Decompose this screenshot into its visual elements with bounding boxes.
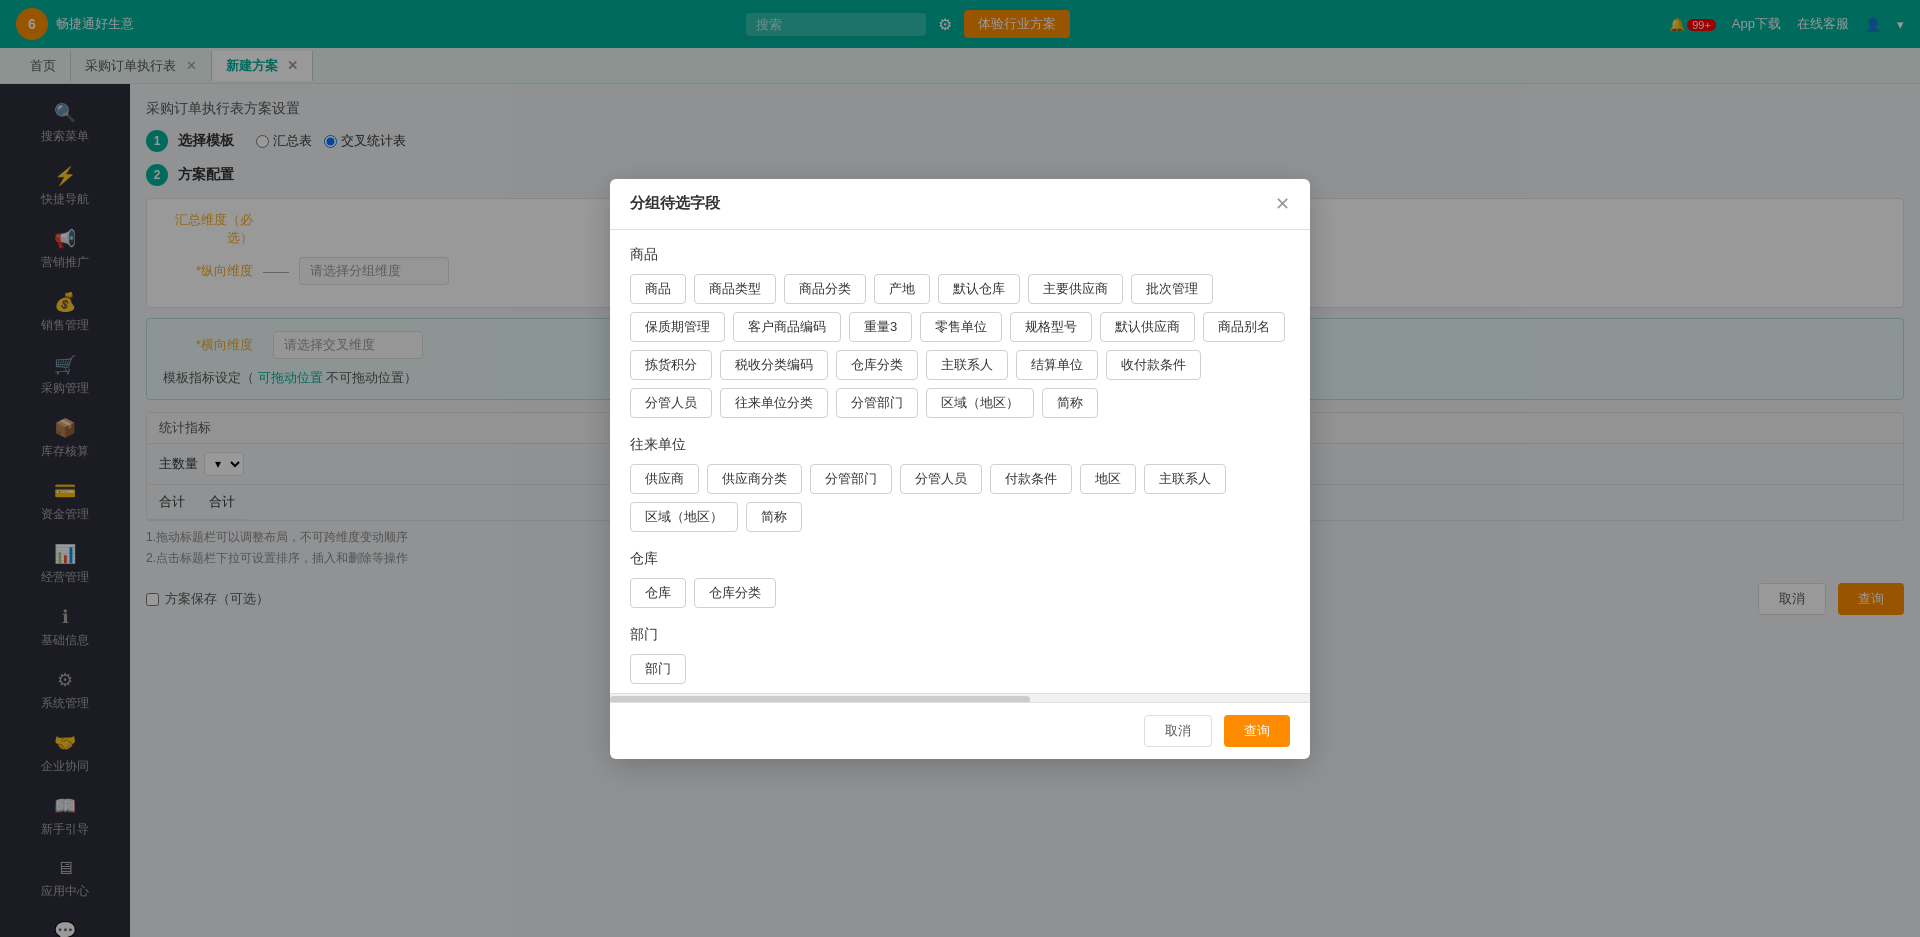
- tag-goods[interactable]: 商品: [630, 274, 686, 304]
- section-goods: 商品 商品 商品类型 商品分类 产地 默认仓库 主要供应商 批次管理 保质期管理…: [630, 246, 1290, 418]
- section-department-title: 部门: [630, 626, 1290, 644]
- tag-region-partner[interactable]: 地区: [1080, 464, 1136, 494]
- tag-main-contact-partner[interactable]: 主联系人: [1144, 464, 1226, 494]
- tag-supplier-category[interactable]: 供应商分类: [707, 464, 802, 494]
- tag-main-supplier[interactable]: 主要供应商: [1028, 274, 1123, 304]
- tag-pick-points[interactable]: 拣货积分: [630, 350, 712, 380]
- section-partners: 往来单位 供应商 供应商分类 分管部门 分管人员 付款条件 地区 主联系人 区域…: [630, 436, 1290, 532]
- section-department-tags: 部门: [630, 654, 1290, 684]
- tag-partner-category[interactable]: 往来单位分类: [720, 388, 828, 418]
- tag-spec-model[interactable]: 规格型号: [1010, 312, 1092, 342]
- modal-overlay: 分组待选字段 ✕ 商品 商品 商品类型 商品分类 产地 默认仓库 主要供应商 批…: [0, 0, 1920, 937]
- tag-manager[interactable]: 分管人员: [630, 388, 712, 418]
- section-department: 部门 部门: [630, 626, 1290, 684]
- section-warehouse-title: 仓库: [630, 550, 1290, 568]
- modal-header: 分组待选字段 ✕: [610, 179, 1310, 230]
- modal-scroll-content: 商品 商品 商品类型 商品分类 产地 默认仓库 主要供应商 批次管理 保质期管理…: [610, 230, 1310, 694]
- field-selection-modal: 分组待选字段 ✕ 商品 商品 商品类型 商品分类 产地 默认仓库 主要供应商 批…: [610, 179, 1310, 759]
- tag-main-contact[interactable]: 主联系人: [926, 350, 1008, 380]
- tag-weight3[interactable]: 重量3: [849, 312, 912, 342]
- tag-supplier[interactable]: 供应商: [630, 464, 699, 494]
- modal-confirm-button[interactable]: 查询: [1224, 715, 1290, 747]
- tag-payment-terms[interactable]: 收付款条件: [1106, 350, 1201, 380]
- tag-region-goods[interactable]: 区域（地区）: [926, 388, 1034, 418]
- tag-dept-managed-partner[interactable]: 分管部门: [810, 464, 892, 494]
- tag-goods-category[interactable]: 商品分类: [784, 274, 866, 304]
- section-warehouse: 仓库 仓库 仓库分类: [630, 550, 1290, 608]
- section-goods-tags: 商品 商品类型 商品分类 产地 默认仓库 主要供应商 批次管理 保质期管理 客户…: [630, 274, 1290, 418]
- tag-expiry-management[interactable]: 保质期管理: [630, 312, 725, 342]
- tag-default-supplier[interactable]: 默认供应商: [1100, 312, 1195, 342]
- section-partners-title: 往来单位: [630, 436, 1290, 454]
- section-goods-title: 商品: [630, 246, 1290, 264]
- tag-dept-managed[interactable]: 分管部门: [836, 388, 918, 418]
- tag-settlement-unit[interactable]: 结算单位: [1016, 350, 1098, 380]
- modal-close-icon[interactable]: ✕: [1275, 193, 1290, 215]
- tag-goods-type[interactable]: 商品类型: [694, 274, 776, 304]
- tag-payment-condition[interactable]: 付款条件: [990, 464, 1072, 494]
- section-partners-tags: 供应商 供应商分类 分管部门 分管人员 付款条件 地区 主联系人 区域（地区） …: [630, 464, 1290, 532]
- tag-tax-code[interactable]: 税收分类编码: [720, 350, 828, 380]
- modal-scrollbar-area: 商品 商品 商品类型 商品分类 产地 默认仓库 主要供应商 批次管理 保质期管理…: [610, 230, 1310, 702]
- section-warehouse-tags: 仓库 仓库分类: [630, 578, 1290, 608]
- tag-warehouse-category[interactable]: 仓库分类: [836, 350, 918, 380]
- tag-warehouse[interactable]: 仓库: [630, 578, 686, 608]
- modal-cancel-button[interactable]: 取消: [1144, 715, 1212, 747]
- modal-title: 分组待选字段: [630, 194, 720, 213]
- tag-origin[interactable]: 产地: [874, 274, 930, 304]
- tag-warehouse-category2[interactable]: 仓库分类: [694, 578, 776, 608]
- modal-horizontal-scrollbar[interactable]: [610, 693, 1310, 701]
- tag-goods-alias[interactable]: 商品别名: [1203, 312, 1285, 342]
- tag-batch-management[interactable]: 批次管理: [1131, 274, 1213, 304]
- tag-customer-goods-code[interactable]: 客户商品编码: [733, 312, 841, 342]
- modal-footer: 取消 查询: [610, 702, 1310, 759]
- tag-abbreviation-goods[interactable]: 简称: [1042, 388, 1098, 418]
- modal-hscroll-thumb: [610, 696, 1030, 701]
- tag-region2-partner[interactable]: 区域（地区）: [630, 502, 738, 532]
- tag-abbreviation-partner[interactable]: 简称: [746, 502, 802, 532]
- tag-manager-partner[interactable]: 分管人员: [900, 464, 982, 494]
- tag-department[interactable]: 部门: [630, 654, 686, 684]
- tag-retail-unit[interactable]: 零售单位: [920, 312, 1002, 342]
- tag-default-warehouse[interactable]: 默认仓库: [938, 274, 1020, 304]
